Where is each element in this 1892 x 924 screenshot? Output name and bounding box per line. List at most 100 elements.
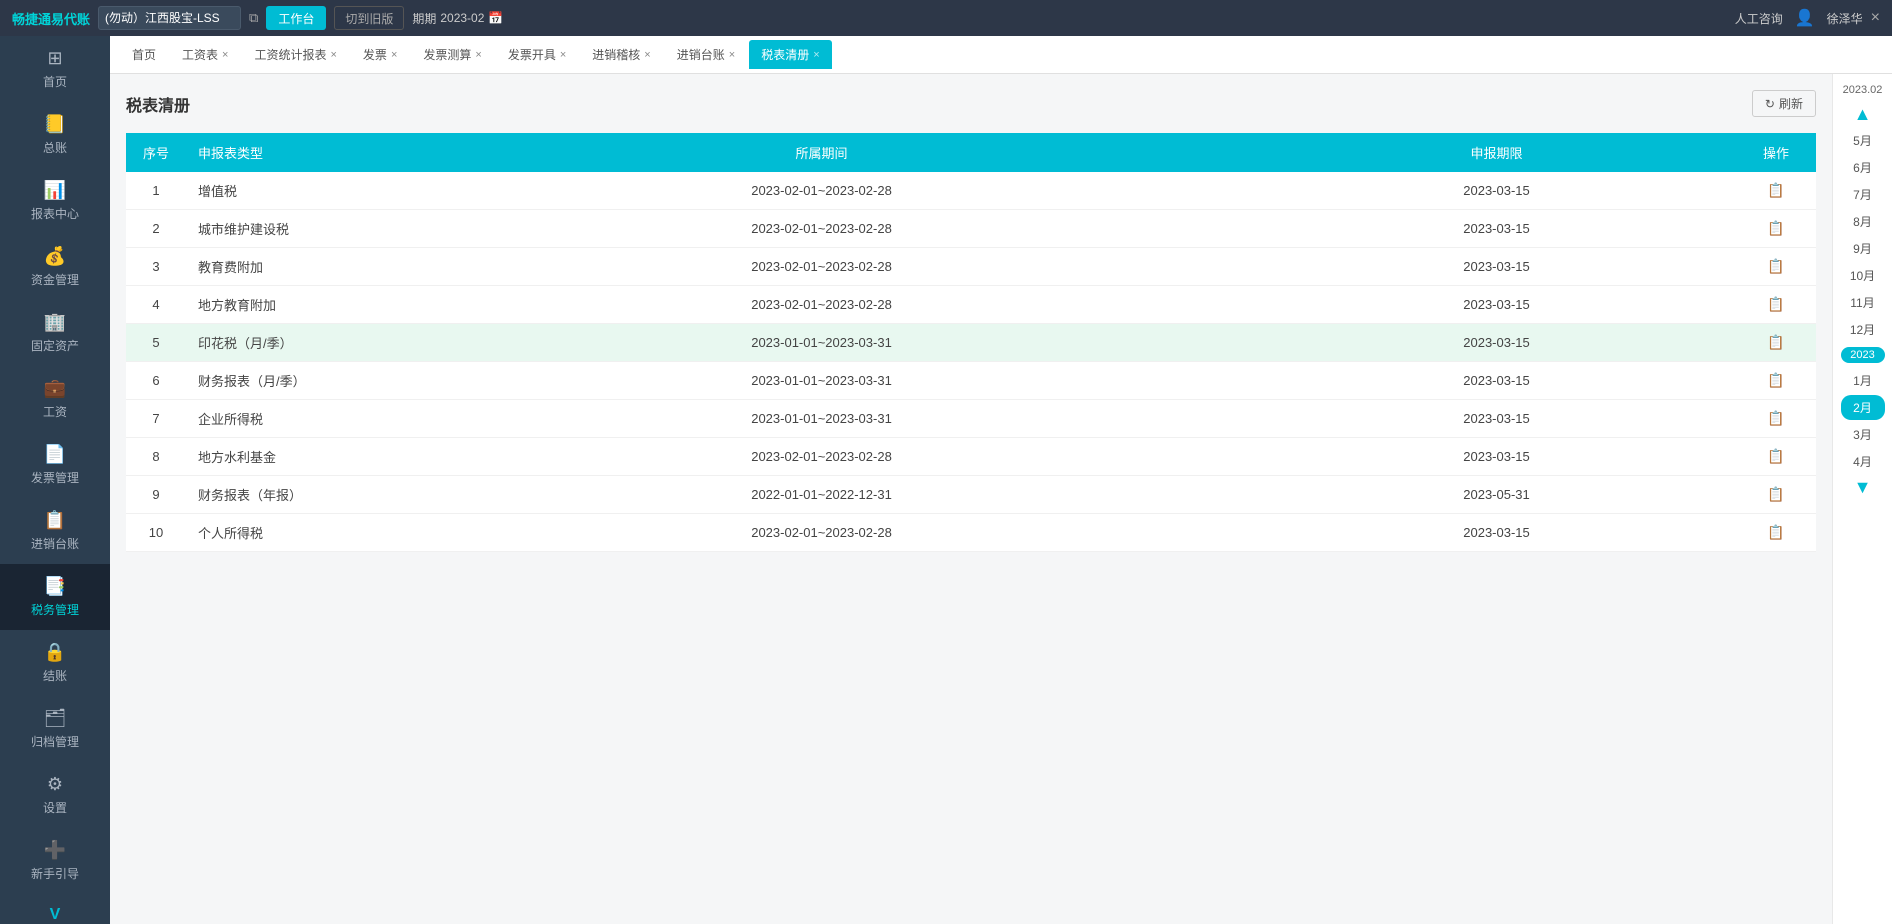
sidebar-item-salary[interactable]: 💼 工资 <box>0 366 110 432</box>
tab-invoice[interactable]: 发票 × <box>351 40 409 69</box>
cell-action: 📋 <box>1736 362 1816 400</box>
cell-type: 教育费附加 <box>186 248 386 286</box>
company-select[interactable]: (勿动）江西股宝-LSS <box>98 6 241 30</box>
sidebar-item-report[interactable]: 📊 报表中心 <box>0 168 110 234</box>
cell-deadline: 2023-05-31 <box>1257 476 1736 514</box>
sidebar-item-closing[interactable]: 🔒 结账 <box>0 630 110 696</box>
sidebar-label-fund: 资金管理 <box>31 271 79 288</box>
sidebar-label-tax: 税务管理 <box>31 601 79 618</box>
action-view-icon[interactable]: 📋 <box>1767 258 1784 274</box>
tab-purchase-ledger[interactable]: 进销台账 × <box>665 40 747 69</box>
timeline-month-1[interactable]: 1月 <box>1841 368 1885 393</box>
tab-purchase-review-close[interactable]: × <box>644 49 650 61</box>
tab-payroll-stats-close[interactable]: × <box>330 49 336 61</box>
sidebar-label-salary: 工资 <box>43 403 67 420</box>
timeline-year-2023[interactable]: 2023 <box>1841 347 1885 363</box>
cell-action: 📋 <box>1736 514 1816 552</box>
archive-icon: 🗂 <box>44 708 67 729</box>
action-view-icon[interactable]: 📋 <box>1767 182 1784 198</box>
cell-no: 2 <box>126 210 186 248</box>
timeline-month-12[interactable]: 12月 <box>1841 317 1885 342</box>
switch-view-button[interactable]: 切到旧版 <box>334 6 404 30</box>
tab-payroll[interactable]: 工资表 × <box>170 40 240 69</box>
tab-purchase-ledger-close[interactable]: × <box>729 49 735 61</box>
cell-action: 📋 <box>1736 248 1816 286</box>
sidebar-item-archive[interactable]: 🗂 归档管理 <box>0 696 110 762</box>
timeline-month-3[interactable]: 3月 <box>1841 422 1885 447</box>
page-content: 税表清册 ↻ 刷新 序号 申报表类型 所属期间 申报期限 操作 <box>110 74 1892 924</box>
action-view-icon[interactable]: 📋 <box>1767 334 1784 350</box>
timeline-panel: 2023.02 ▲ 5月 6月 7月 8月 9月 10月 11月 12月 202… <box>1832 74 1892 924</box>
tab-invoice-close[interactable]: × <box>391 49 397 61</box>
cell-no: 5 <box>126 324 186 362</box>
timeline-month-7[interactable]: 7月 <box>1841 182 1885 207</box>
action-view-icon[interactable]: 📋 <box>1767 372 1784 388</box>
sidebar-item-ledger[interactable]: 📒 总账 <box>0 102 110 168</box>
timeline-up-button[interactable]: ▲ <box>1854 104 1872 125</box>
sidebar-item-home[interactable]: ⊞ 首页 <box>0 36 110 102</box>
settings-icon: ⚙ <box>47 774 63 795</box>
sidebar-item-asset[interactable]: 🏢 固定资产 <box>0 300 110 366</box>
table-body: 1 增值税 2023-02-01~2023-02-28 2023-03-15 📋… <box>126 172 1816 552</box>
timeline-down-button[interactable]: ▼ <box>1854 477 1872 498</box>
timeline-month-10[interactable]: 10月 <box>1841 263 1885 288</box>
timeline-month-5[interactable]: 5月 <box>1841 128 1885 153</box>
sidebar-item-fund[interactable]: 💰 资金管理 <box>0 234 110 300</box>
action-view-icon[interactable]: 📋 <box>1767 448 1784 464</box>
tab-tax-register[interactable]: 税表清册 × <box>749 40 831 69</box>
cell-period: 2023-02-01~2023-02-28 <box>386 248 1257 286</box>
sidebar-item-settings[interactable]: ⚙ 设置 <box>0 762 110 828</box>
cell-no: 8 <box>126 438 186 476</box>
page-header: 税表清册 ↻ 刷新 <box>126 90 1816 117</box>
timeline-month-4[interactable]: 4月 <box>1841 449 1885 474</box>
user-avatar: 👤 <box>1795 8 1815 28</box>
table-row: 4 地方教育附加 2023-02-01~2023-02-28 2023-03-1… <box>126 286 1816 324</box>
sidebar-item-purchase[interactable]: 📋 进销台账 <box>0 498 110 564</box>
cell-no: 3 <box>126 248 186 286</box>
tab-invoice-label: 发票 <box>363 46 387 63</box>
table-row: 1 增值税 2023-02-01~2023-02-28 2023-03-15 📋 <box>126 172 1816 210</box>
timeline-month-2[interactable]: 2月 <box>1841 395 1885 420</box>
tab-invoice-calc[interactable]: 发票测算 × <box>411 40 493 69</box>
action-view-icon[interactable]: 📋 <box>1767 524 1784 540</box>
top-bar: 畅捷通易代账 (勿动）江西股宝-LSS ⧉ 工作台 切到旧版 期期 2023-0… <box>0 0 1892 36</box>
window-close-button[interactable]: × <box>1871 9 1880 27</box>
sidebar-item-guide[interactable]: ➕ 新手引导 <box>0 828 110 894</box>
sidebar-item-vip[interactable]: V 畅会员 <box>0 894 110 924</box>
action-view-icon[interactable]: 📋 <box>1767 296 1784 312</box>
cell-period: 2023-01-01~2023-03-31 <box>386 362 1257 400</box>
sidebar-item-tax[interactable]: 📑 税务管理 <box>0 564 110 630</box>
tab-invoice-open-close[interactable]: × <box>560 49 566 61</box>
tab-invoice-open[interactable]: 发票开具 × <box>496 40 578 69</box>
cell-no: 1 <box>126 172 186 210</box>
timeline-month-9[interactable]: 9月 <box>1841 236 1885 261</box>
tab-payroll-stats[interactable]: 工资统计报表 × <box>242 40 348 69</box>
workbench-button[interactable]: 工作台 <box>266 6 326 30</box>
timeline-month-8[interactable]: 8月 <box>1841 209 1885 234</box>
cell-period: 2023-01-01~2023-03-31 <box>386 400 1257 438</box>
timeline-month-6[interactable]: 6月 <box>1841 155 1885 180</box>
timeline-month-11[interactable]: 11月 <box>1841 290 1885 315</box>
cell-action: 📋 <box>1736 286 1816 324</box>
col-action: 操作 <box>1736 133 1816 172</box>
timeline-header: 2023.02 <box>1839 82 1887 98</box>
tab-invoice-calc-close[interactable]: × <box>475 49 481 61</box>
cell-period: 2023-02-01~2023-02-28 <box>386 172 1257 210</box>
vip-icon: V <box>50 906 61 924</box>
ai-consult-link[interactable]: 人工咨询 <box>1735 10 1783 27</box>
username: 徐泽华 <box>1827 10 1863 27</box>
tab-purchase-review[interactable]: 进销稽核 × <box>580 40 662 69</box>
tab-tax-register-label: 税表清册 <box>761 46 809 63</box>
action-view-icon[interactable]: 📋 <box>1767 220 1784 236</box>
sidebar-item-invoice[interactable]: 📄 发票管理 <box>0 432 110 498</box>
tab-home[interactable]: 首页 <box>120 40 168 69</box>
cell-type: 地方教育附加 <box>186 286 386 324</box>
action-view-icon[interactable]: 📋 <box>1767 410 1784 426</box>
tab-tax-register-close[interactable]: × <box>813 49 819 61</box>
guide-icon: ➕ <box>44 840 66 861</box>
tab-payroll-close[interactable]: × <box>222 49 228 61</box>
refresh-button[interactable]: ↻ 刷新 <box>1752 90 1816 117</box>
calendar-icon[interactable]: 📅 <box>488 11 503 25</box>
action-view-icon[interactable]: 📋 <box>1767 486 1784 502</box>
table-row: 3 教育费附加 2023-02-01~2023-02-28 2023-03-15… <box>126 248 1816 286</box>
